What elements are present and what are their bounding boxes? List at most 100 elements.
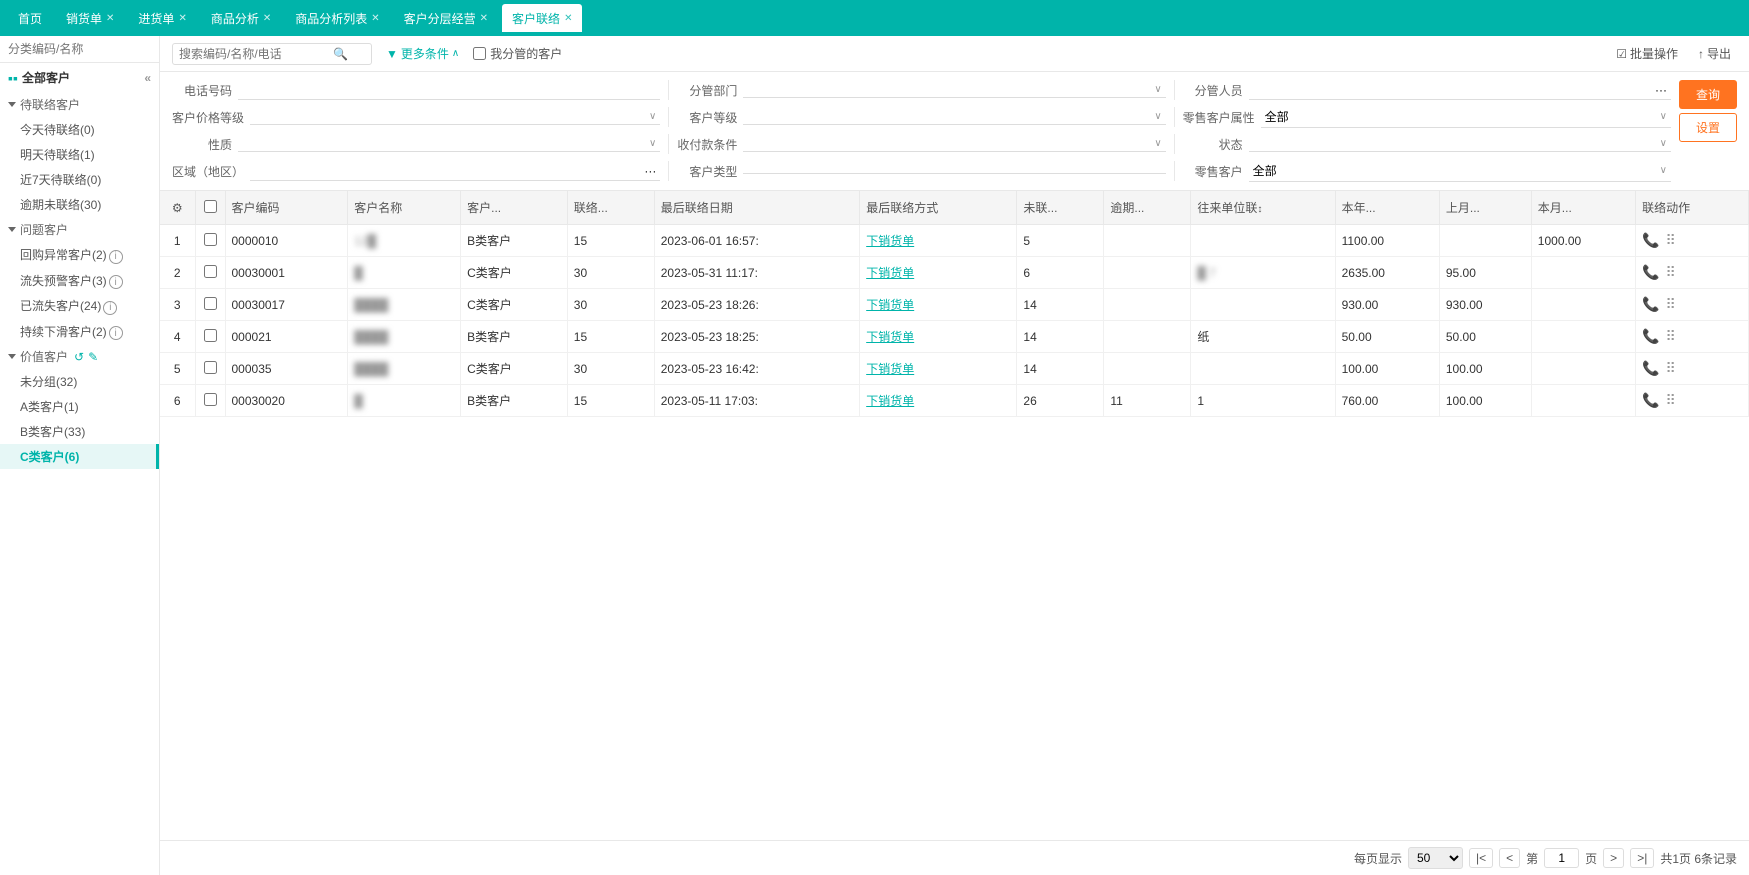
nav-customer-tier[interactable]: 客户分层经营 ✕ (394, 4, 498, 32)
filter-dept-select[interactable]: ∨ (743, 82, 1165, 98)
cell-checkbox[interactable] (195, 289, 225, 321)
sidebar-item-overdue[interactable]: 逾期未联络(30) (0, 192, 159, 217)
row-checkbox-2[interactable] (204, 297, 217, 310)
sidebar-item-churned[interactable]: 已流失客户(24)i (0, 293, 159, 319)
cell-last-way[interactable]: 下销货单 (860, 289, 1017, 321)
action-more-icon[interactable]: ⠿ (1666, 232, 1676, 249)
last-way-link[interactable]: 下销货单 (866, 266, 914, 280)
nav-product-list[interactable]: 商品分析列表 ✕ (285, 4, 389, 32)
action-phone-icon[interactable]: 📞 (1642, 328, 1659, 345)
nav-purchase-close-icon[interactable]: ✕ (178, 13, 186, 24)
th-uncontacted[interactable]: 未联... (1017, 191, 1104, 225)
sidebar-group-problem[interactable]: 问题客户 (0, 217, 159, 242)
sidebar-group-value[interactable]: 价值客户 ↺ ✎ (0, 344, 159, 369)
row-checkbox-0[interactable] (204, 233, 217, 246)
sidebar-group-pending[interactable]: 待联络客户 (0, 92, 159, 117)
search-icon[interactable]: 🔍 (333, 47, 348, 61)
cell-last-way[interactable]: 下销货单 (860, 353, 1017, 385)
cell-last-way[interactable]: 下销货单 (860, 321, 1017, 353)
row-checkbox-3[interactable] (204, 329, 217, 342)
nav-product-close-icon[interactable]: ✕ (263, 13, 271, 24)
nav-home[interactable]: 首页 (8, 4, 52, 32)
first-page-btn[interactable]: |< (1469, 848, 1493, 868)
cell-checkbox[interactable] (195, 321, 225, 353)
filter-retail-customer-select[interactable]: 全部 ∨ (1249, 160, 1671, 182)
sidebar-search-input[interactable] (8, 42, 160, 56)
th-history[interactable]: 往来单位联↕ (1191, 191, 1335, 225)
row-checkbox-1[interactable] (204, 265, 217, 278)
sidebar-all-customers[interactable]: ▪▪ 全部客户 « (0, 63, 159, 92)
person-ellipsis[interactable]: ··· (1655, 83, 1667, 97)
cell-checkbox[interactable] (195, 385, 225, 417)
filter-region-select[interactable]: ··· (250, 162, 660, 181)
th-checkbox[interactable] (195, 191, 225, 225)
sidebar-collapse-icon[interactable]: « (144, 71, 151, 85)
th-overdue[interactable]: 逾期... (1104, 191, 1191, 225)
th-last-way[interactable]: 最后联络方式 (860, 191, 1017, 225)
nav-customer-contact-close-icon[interactable]: ✕ (564, 13, 572, 24)
sidebar-item-class-b[interactable]: B类客户(33) (0, 419, 159, 444)
th-this-year[interactable]: 本年... (1335, 191, 1439, 225)
export-btn[interactable]: ↑ 导出 (1692, 42, 1737, 65)
th-name[interactable]: 客户名称 (348, 191, 461, 225)
th-this-month[interactable]: 本月... (1531, 191, 1635, 225)
nav-sales-close-icon[interactable]: ✕ (106, 13, 114, 24)
sidebar-item-class-a[interactable]: A类客户(1) (0, 394, 159, 419)
action-more-icon[interactable]: ⠿ (1666, 264, 1676, 281)
my-customer-filter[interactable]: 我分管的客户 (473, 45, 562, 62)
last-way-link[interactable]: 下销货单 (866, 298, 914, 312)
filter-retail-attr-select[interactable]: 全部 ∨ (1261, 106, 1671, 128)
sidebar-item-today[interactable]: 今天待联络(0) (0, 117, 159, 142)
last-way-link[interactable]: 下销货单 (866, 362, 914, 376)
cell-last-way[interactable]: 下销货单 (860, 257, 1017, 289)
last-way-link[interactable]: 下销货单 (866, 234, 914, 248)
nav-purchase-order[interactable]: 进货单 ✕ (128, 4, 196, 32)
next-page-btn[interactable]: > (1603, 848, 1624, 868)
action-more-icon[interactable]: ⠿ (1666, 360, 1676, 377)
cell-checkbox[interactable] (195, 353, 225, 385)
repurchase-info-icon[interactable]: i (109, 250, 123, 264)
action-more-icon[interactable]: ⠿ (1666, 328, 1676, 345)
row-checkbox-5[interactable] (204, 393, 217, 406)
region-ellipsis[interactable]: ··· (644, 164, 656, 178)
filter-person-select[interactable]: ··· (1249, 81, 1671, 100)
filter-customer-type-select[interactable] (743, 169, 1165, 174)
select-all-checkbox[interactable] (204, 200, 217, 213)
th-type[interactable]: 客户... (461, 191, 568, 225)
per-page-select[interactable]: 50 100 (1408, 847, 1463, 869)
sidebar-item-week[interactable]: 近7天待联络(0) (0, 167, 159, 192)
action-phone-icon[interactable]: 📞 (1642, 296, 1659, 313)
declining-info-icon[interactable]: i (109, 326, 123, 340)
nav-product-analysis[interactable]: 商品分析 ✕ (201, 4, 281, 32)
last-way-link[interactable]: 下销货单 (866, 394, 914, 408)
sidebar-item-declining[interactable]: 持续下滑客户(2)i (0, 319, 159, 345)
my-customer-checkbox[interactable] (473, 47, 486, 60)
th-contact-days[interactable]: 联络... (567, 191, 654, 225)
batch-op-btn[interactable]: ☑ 批量操作 (1610, 42, 1684, 65)
filter-phone-input[interactable] (238, 81, 660, 100)
nav-product-list-close-icon[interactable]: ✕ (371, 13, 379, 24)
action-phone-icon[interactable]: 📞 (1642, 264, 1659, 281)
page-number-input[interactable] (1544, 848, 1579, 868)
filter-price-level-select[interactable]: ∨ (250, 109, 660, 125)
filter-payment-select[interactable]: ∨ (743, 136, 1165, 152)
nav-customer-contact[interactable]: 客户联络 ✕ (502, 4, 582, 32)
action-more-icon[interactable]: ⠿ (1666, 296, 1676, 313)
last-way-link[interactable]: 下销货单 (866, 330, 914, 344)
sidebar-item-churn-warning[interactable]: 流失预警客户(3)i (0, 268, 159, 294)
cell-checkbox[interactable] (195, 257, 225, 289)
prev-page-btn[interactable]: < (1499, 848, 1520, 868)
th-last-month[interactable]: 上月... (1439, 191, 1531, 225)
action-phone-icon[interactable]: 📞 (1642, 360, 1659, 377)
nav-customer-tier-close-icon[interactable]: ✕ (480, 13, 488, 24)
cell-last-way[interactable]: 下销货单 (860, 225, 1017, 257)
query-button[interactable]: 查询 (1679, 80, 1737, 109)
action-phone-icon[interactable]: 📞 (1642, 232, 1659, 249)
th-last-date[interactable]: 最后联络日期 (654, 191, 859, 225)
th-code[interactable]: 客户编码 (225, 191, 348, 225)
sidebar-item-repurchase-abnormal[interactable]: 回购异常客户(2)i (0, 242, 159, 268)
filter-more-btn[interactable]: ▼ 更多条件 ∧ (380, 42, 465, 65)
cell-checkbox[interactable] (195, 225, 225, 257)
settings-button[interactable]: 设置 (1679, 113, 1737, 142)
sidebar-item-tomorrow[interactable]: 明天待联络(1) (0, 142, 159, 167)
